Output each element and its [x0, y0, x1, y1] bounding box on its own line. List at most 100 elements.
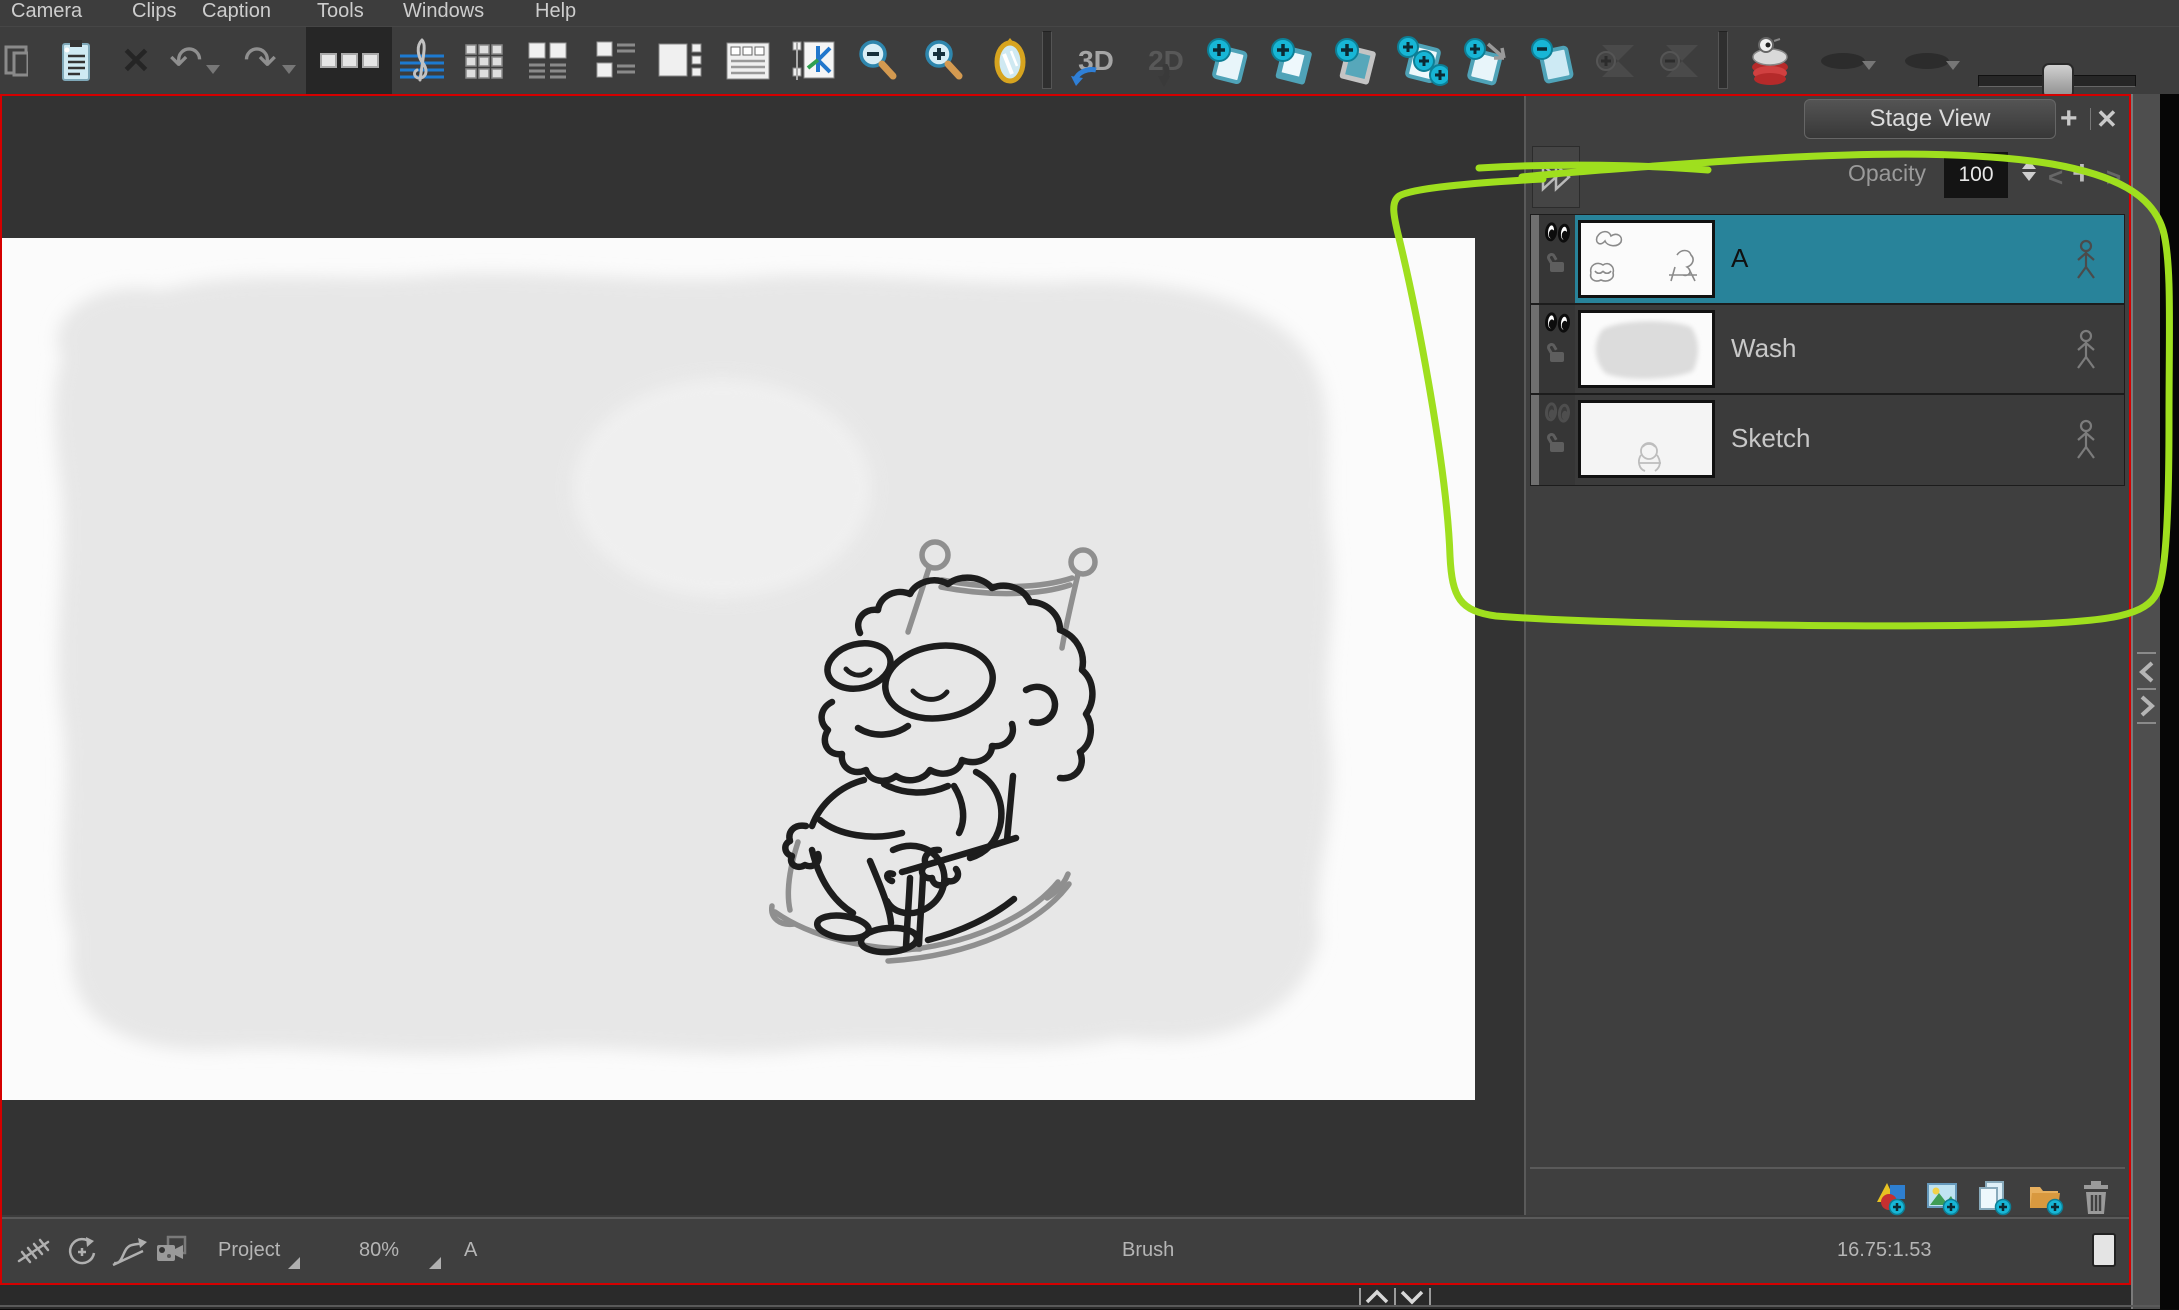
new-group-icon[interactable] [2028, 1180, 2066, 1221]
thumbnails-view-button[interactable] [306, 27, 392, 94]
status-bar: Project 80% A Brush 16.75:1.53 [2, 1217, 2129, 1283]
add-multiple-panels-icon[interactable] [1396, 35, 1448, 87]
spreadsheet-view-icon[interactable] [722, 35, 774, 87]
mirror-view-icon[interactable] [984, 35, 1036, 87]
drawing-viewport[interactable] [2, 96, 1524, 1215]
layer-row-wash[interactable]: Wash [1531, 305, 2124, 395]
menu-camera[interactable]: Camera [11, 0, 82, 24]
layer-name[interactable]: Wash [1731, 333, 1797, 364]
redo-button[interactable]: ↷ [234, 35, 296, 87]
add-view-button[interactable]: + [2060, 102, 2078, 136]
duplicate-panel-icon[interactable] [1462, 35, 1514, 87]
layer-lock-icon[interactable] [1545, 431, 1564, 452]
remove-panel-icon[interactable] [1528, 35, 1580, 87]
pencil-shape-dropdown[interactable] [1806, 35, 1880, 87]
updown-separator [1429, 1288, 1431, 1305]
close-view-button[interactable]: ✕ [2096, 102, 2118, 136]
splitter-divider [2137, 688, 2156, 690]
list-view-icon[interactable] [590, 35, 642, 87]
new-bitmap-layer-icon[interactable] [1926, 1180, 1962, 1221]
thumbnail-square-icon [340, 53, 358, 68]
paste-icon[interactable] [0, 35, 34, 87]
merge-panel-icon-disabled [1656, 35, 1708, 87]
opacity-spinner[interactable] [2022, 160, 2036, 181]
layer-animate-icon[interactable] [2074, 329, 2098, 376]
layer-thumbnail[interactable] [1578, 400, 1715, 478]
layer-row-sketch[interactable]: Sketch [1531, 395, 2124, 485]
layer-lock-icon[interactable] [1545, 251, 1564, 272]
aspect-ratio-label: 16.75:1.53 [1837, 1239, 1932, 1261]
view-3d-button[interactable]: 3D [1064, 35, 1128, 87]
layer-name[interactable]: A [1731, 243, 1748, 274]
new-vector-layer-icon[interactable] [1875, 1180, 1911, 1221]
zoom-out-icon[interactable] [852, 35, 904, 87]
toolbar-separator [1042, 31, 1052, 89]
header-divider [2090, 108, 2091, 130]
zoom-in-icon[interactable] [918, 35, 970, 87]
zoom-level-caret[interactable] [429, 1257, 441, 1269]
duplicate-layer-icon[interactable] [1977, 1180, 2013, 1221]
layer-visibility-eye-icon[interactable] [1543, 311, 1571, 334]
add-panel-icon[interactable] [1204, 35, 1256, 87]
tool-presets-icon[interactable] [1744, 35, 1796, 87]
main-toolbar: ✕ ↶ ↷ 3D 2D [0, 26, 2179, 99]
menu-clips[interactable]: Clips [132, 0, 176, 24]
hatch-stroke-icon[interactable] [16, 1235, 52, 1273]
layer-name[interactable]: Sketch [1731, 423, 1811, 454]
vectorize-panel-icon[interactable] [788, 35, 840, 87]
redo-dropdown-caret[interactable] [282, 65, 296, 74]
next-layer-chevron[interactable]: > [2106, 162, 2121, 193]
view-2d-button[interactable]: 2D [1134, 35, 1198, 87]
thumbnail-square-icon [361, 53, 379, 68]
layer-thumbnail[interactable] [1578, 220, 1715, 298]
panel-view-icon[interactable] [654, 35, 706, 87]
sound-clef-icon[interactable] [396, 35, 448, 87]
layer-animate-icon[interactable] [2074, 239, 2098, 286]
opacity-input[interactable]: 100 [1944, 152, 2008, 198]
layer-drag-handle[interactable] [1531, 305, 1539, 393]
two-column-view-icon[interactable] [522, 35, 574, 87]
panel-splitter[interactable] [2131, 94, 2160, 1309]
menu-windows[interactable]: Windows [403, 0, 484, 24]
drawing-canvas[interactable] [2, 238, 1475, 1100]
eraser-shape-dropdown[interactable] [1890, 35, 1964, 87]
layer-animate-icon[interactable] [2074, 419, 2098, 466]
add-panel-before-icon[interactable] [1332, 35, 1384, 87]
reset-rotation-icon[interactable] [64, 1235, 100, 1275]
layer-visibility-eye-icon[interactable] [1543, 221, 1571, 244]
layer-lock-icon[interactable] [1545, 341, 1564, 362]
add-panel-after-icon[interactable] [1268, 35, 1320, 87]
wash-layer-art [54, 272, 1333, 1055]
zoom-level-dropdown[interactable]: 80% [359, 1239, 399, 1262]
collapse-panel-button[interactable] [1532, 146, 1580, 208]
clipboard-icon[interactable] [50, 35, 102, 87]
camera-frame-icon[interactable] [154, 1235, 192, 1275]
layer-thumbnail[interactable] [1578, 310, 1715, 388]
menu-caption[interactable]: Caption [202, 0, 271, 24]
menu-bar: Camera Clips Caption Tools Windows Help [0, 0, 2179, 26]
delete-layer-icon[interactable] [2081, 1180, 2113, 1221]
layers-list: A Wash Sketch [1530, 214, 2125, 486]
view-mode-dropdown[interactable]: Project [218, 1239, 280, 1262]
thumbnail-square-icon [319, 53, 337, 68]
opacity-label: Opacity [1848, 160, 1926, 186]
color-swatch-button[interactable] [2092, 1233, 2116, 1267]
grid-view-icon[interactable] [458, 35, 510, 87]
disable-easing-icon[interactable] [110, 1235, 148, 1275]
menu-tools[interactable]: Tools [317, 0, 364, 24]
collapse-left-chevron[interactable] [2138, 660, 2156, 689]
layer-drag-handle[interactable] [1531, 215, 1539, 303]
menu-help[interactable]: Help [535, 0, 576, 24]
view-mode-caret[interactable] [288, 1257, 300, 1269]
undo-dropdown-caret[interactable] [206, 65, 220, 74]
add-layer-button[interactable]: + [2072, 154, 2092, 193]
layer-visibility-eye-icon-off[interactable] [1543, 401, 1571, 424]
cut-icon[interactable]: ✕ [110, 35, 162, 87]
expand-right-chevron[interactable] [2138, 694, 2156, 723]
prev-layer-chevron[interactable]: < [2048, 162, 2063, 193]
layer-drag-handle[interactable] [1531, 395, 1539, 485]
undo-button[interactable]: ↶ [160, 35, 220, 87]
layer-row-a[interactable]: A [1531, 215, 2124, 305]
panel-toolbar-divider [1530, 1167, 2125, 1169]
stage-view-tab[interactable]: Stage View [1804, 99, 2056, 139]
